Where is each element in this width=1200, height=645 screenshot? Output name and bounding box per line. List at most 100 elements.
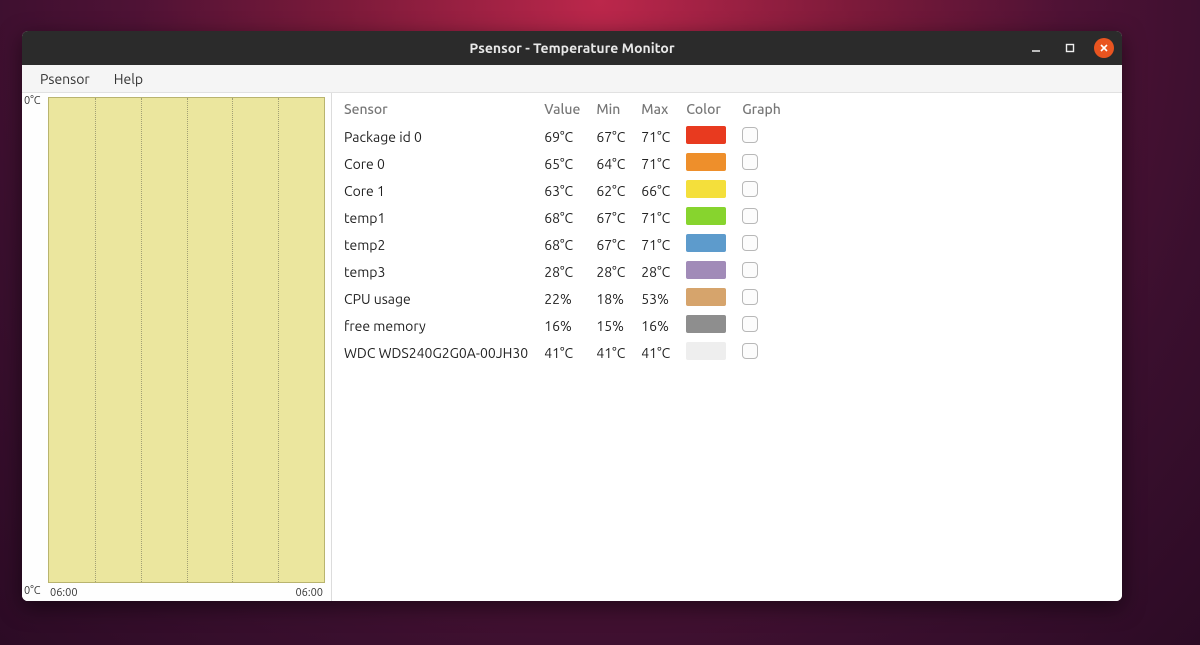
graph-checkbox[interactable] — [742, 289, 758, 305]
sensor-color-cell — [680, 285, 736, 312]
sensor-value: 63°C — [538, 177, 590, 204]
content-area: 0°C 0°C 06:00 06:00 Sensor Value Min — [22, 93, 1122, 601]
maximize-button[interactable] — [1060, 38, 1080, 58]
chart-xlabel-left: 06:00 — [50, 587, 78, 599]
sensor-value: 69°C — [538, 123, 590, 150]
col-value[interactable]: Value — [538, 97, 590, 123]
table-row[interactable]: WDC WDS240G2G0A-00JH3041°C41°C41°C — [338, 339, 791, 366]
table-row[interactable]: Package id 069°C67°C71°C — [338, 123, 791, 150]
sensor-min: 67°C — [590, 123, 635, 150]
app-window: Psensor - Temperature Monitor Psensor He… — [22, 31, 1122, 601]
color-swatch[interactable] — [686, 261, 726, 279]
sensor-max: 71°C — [635, 204, 680, 231]
col-min[interactable]: Min — [590, 97, 635, 123]
chart-canvas[interactable] — [48, 97, 325, 583]
sensor-name: Package id 0 — [338, 123, 538, 150]
graph-checkbox[interactable] — [742, 262, 758, 278]
sensor-graph-cell — [736, 285, 791, 312]
sensor-max: 41°C — [635, 339, 680, 366]
graph-checkbox[interactable] — [742, 208, 758, 224]
sensor-value: 68°C — [538, 204, 590, 231]
sensor-color-cell — [680, 312, 736, 339]
color-swatch[interactable] — [686, 288, 726, 306]
sensor-min: 15% — [590, 312, 635, 339]
sensor-graph-cell — [736, 204, 791, 231]
color-swatch[interactable] — [686, 234, 726, 252]
sensor-name: WDC WDS240G2G0A-00JH30 — [338, 339, 538, 366]
color-swatch[interactable] — [686, 126, 726, 144]
sensor-value: 28°C — [538, 258, 590, 285]
sensor-max: 53% — [635, 285, 680, 312]
graph-checkbox[interactable] — [742, 235, 758, 251]
window-controls — [1026, 31, 1114, 65]
sensor-name: temp1 — [338, 204, 538, 231]
titlebar[interactable]: Psensor - Temperature Monitor — [22, 31, 1122, 65]
sensor-min: 41°C — [590, 339, 635, 366]
graph-checkbox[interactable] — [742, 127, 758, 143]
sensor-max: 71°C — [635, 150, 680, 177]
sensor-value: 16% — [538, 312, 590, 339]
col-graph[interactable]: Graph — [736, 97, 791, 123]
sensor-color-cell — [680, 177, 736, 204]
table-row[interactable]: free memory16%15%16% — [338, 312, 791, 339]
menu-psensor[interactable]: Psensor — [30, 69, 100, 89]
col-max[interactable]: Max — [635, 97, 680, 123]
sensor-color-cell — [680, 150, 736, 177]
chart-ylabel-top: 0°C — [24, 95, 41, 107]
sensor-panel: Sensor Value Min Max Color Graph Package… — [332, 93, 1122, 601]
sensor-max: 71°C — [635, 123, 680, 150]
table-row[interactable]: Core 065°C64°C71°C — [338, 150, 791, 177]
sensor-graph-cell — [736, 150, 791, 177]
color-swatch[interactable] — [686, 342, 726, 360]
close-button[interactable] — [1094, 38, 1114, 58]
sensor-name: temp3 — [338, 258, 538, 285]
sensor-min: 18% — [590, 285, 635, 312]
color-swatch[interactable] — [686, 207, 726, 225]
sensor-value: 68°C — [538, 231, 590, 258]
sensor-graph-cell — [736, 177, 791, 204]
chart-ylabel-bottom: 0°C — [24, 585, 41, 597]
graph-checkbox[interactable] — [742, 343, 758, 359]
table-row[interactable]: temp328°C28°C28°C — [338, 258, 791, 285]
menubar: Psensor Help — [22, 65, 1122, 93]
sensor-min: 67°C — [590, 204, 635, 231]
sensor-name: CPU usage — [338, 285, 538, 312]
sensor-table: Sensor Value Min Max Color Graph Package… — [338, 97, 791, 366]
sensor-color-cell — [680, 123, 736, 150]
color-swatch[interactable] — [686, 153, 726, 171]
table-row[interactable]: CPU usage22%18%53% — [338, 285, 791, 312]
graph-checkbox[interactable] — [742, 154, 758, 170]
sensor-graph-cell — [736, 231, 791, 258]
table-row[interactable]: temp268°C67°C71°C — [338, 231, 791, 258]
sensor-max: 28°C — [635, 258, 680, 285]
sensor-min: 62°C — [590, 177, 635, 204]
chart-panel: 0°C 0°C 06:00 06:00 — [22, 93, 332, 601]
sensor-name: Core 0 — [338, 150, 538, 177]
sensor-name: Core 1 — [338, 177, 538, 204]
color-swatch[interactable] — [686, 180, 726, 198]
sensor-name: free memory — [338, 312, 538, 339]
sensor-max: 16% — [635, 312, 680, 339]
color-swatch[interactable] — [686, 315, 726, 333]
col-sensor[interactable]: Sensor — [338, 97, 538, 123]
minimize-button[interactable] — [1026, 38, 1046, 58]
sensor-max: 71°C — [635, 231, 680, 258]
graph-checkbox[interactable] — [742, 316, 758, 332]
sensor-color-cell — [680, 231, 736, 258]
sensor-graph-cell — [736, 258, 791, 285]
sensor-min: 28°C — [590, 258, 635, 285]
window-title: Psensor - Temperature Monitor — [22, 40, 1122, 56]
table-row[interactable]: temp168°C67°C71°C — [338, 204, 791, 231]
sensor-name: temp2 — [338, 231, 538, 258]
col-color[interactable]: Color — [680, 97, 736, 123]
sensor-max: 66°C — [635, 177, 680, 204]
sensor-min: 67°C — [590, 231, 635, 258]
sensor-color-cell — [680, 258, 736, 285]
sensor-value: 65°C — [538, 150, 590, 177]
table-row[interactable]: Core 163°C62°C66°C — [338, 177, 791, 204]
sensor-graph-cell — [736, 339, 791, 366]
sensor-graph-cell — [736, 312, 791, 339]
graph-checkbox[interactable] — [742, 181, 758, 197]
sensor-color-cell — [680, 339, 736, 366]
menu-help[interactable]: Help — [104, 69, 153, 89]
